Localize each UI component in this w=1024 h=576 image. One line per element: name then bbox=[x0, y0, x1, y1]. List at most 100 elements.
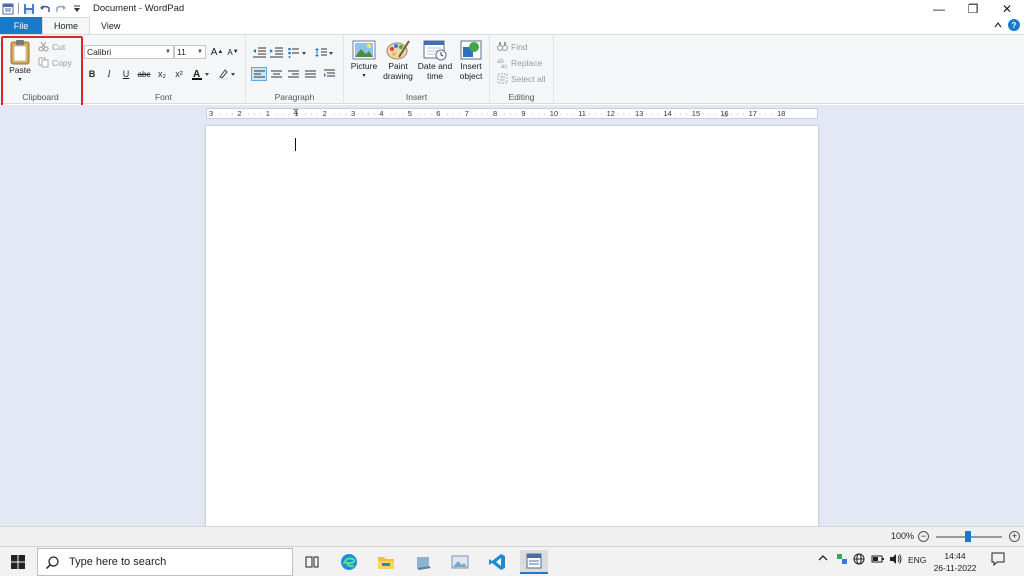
paint-drawing-button[interactable]: Paint drawing bbox=[380, 39, 416, 81]
paragraph-group: Paragraph bbox=[246, 35, 344, 104]
ruler-tick-mark: · bbox=[588, 109, 591, 118]
strikethrough-button[interactable]: abc bbox=[135, 67, 153, 81]
line-spacing-button[interactable] bbox=[314, 45, 336, 59]
paragraph-settings-button[interactable] bbox=[321, 67, 337, 81]
grow-font-button[interactable]: A ▲ bbox=[209, 45, 225, 59]
network-icon[interactable] bbox=[853, 553, 865, 567]
text-color-button[interactable]: A bbox=[190, 67, 212, 81]
ruler-tick-mark: · bbox=[515, 109, 518, 118]
insert-picture-button[interactable]: Picture ▾ bbox=[348, 39, 380, 81]
collapse-ribbon-icon[interactable] bbox=[994, 20, 1002, 30]
ruler-tick-mark: · bbox=[673, 109, 676, 118]
window-title: Document - WordPad bbox=[93, 3, 185, 14]
customize-qat-icon[interactable] bbox=[71, 3, 83, 15]
chevron-down-icon: ▼ bbox=[197, 49, 203, 55]
picture-dropdown-icon[interactable]: ▾ bbox=[362, 71, 365, 81]
taskbar-app-generic[interactable] bbox=[409, 550, 437, 574]
date-time-button[interactable]: Date and time bbox=[416, 39, 454, 81]
horizontal-ruler[interactable]: ⧖ ⌂ 3 · · · 2 · · · 1 · · · 1 · · · 2 · · · 3 · · · 4 · · · 5 · · · 6 · · ·… bbox=[206, 107, 818, 119]
align-center-icon bbox=[270, 70, 282, 77]
search-icon bbox=[46, 555, 59, 569]
paste-button[interactable]: Paste ▾ bbox=[6, 39, 34, 85]
taskbar-edge[interactable] bbox=[335, 550, 363, 574]
close-button[interactable]: ✕ bbox=[990, 0, 1024, 17]
ruler-tick-mark: · bbox=[275, 109, 279, 118]
help-icon[interactable]: ? bbox=[1008, 19, 1020, 31]
maximize-button[interactable]: ❐ bbox=[956, 0, 990, 17]
copy-button[interactable]: Copy bbox=[38, 57, 72, 68]
justify-button[interactable] bbox=[302, 67, 318, 81]
ruler-tick-mark: · bbox=[361, 109, 364, 118]
ruler-tick-label: 3 bbox=[209, 109, 214, 118]
bold-button[interactable]: B bbox=[84, 67, 100, 81]
highlight-color-button[interactable] bbox=[216, 67, 238, 81]
decrease-indent-button[interactable] bbox=[251, 45, 267, 59]
notifications-button[interactable] bbox=[991, 552, 1005, 568]
clipboard-group: Paste ▾ Cut Copy Clipboard bbox=[0, 35, 82, 104]
ruler-tick-label: 1 bbox=[265, 109, 270, 118]
taskbar-vscode[interactable] bbox=[483, 550, 511, 574]
task-view-button[interactable] bbox=[298, 550, 326, 574]
cut-button[interactable]: Cut bbox=[38, 41, 65, 52]
underline-button[interactable]: U bbox=[118, 67, 134, 81]
taskbar-clock[interactable]: 14:44 26-11-2022 bbox=[932, 550, 978, 574]
find-button[interactable]: Find bbox=[497, 41, 528, 52]
input-language[interactable]: ENG bbox=[908, 555, 926, 565]
volume-icon[interactable] bbox=[889, 553, 902, 567]
font-family-dropdown[interactable]: Calibri ▼ bbox=[84, 45, 174, 59]
align-center-button[interactable] bbox=[268, 67, 284, 81]
battery-icon[interactable] bbox=[871, 553, 885, 567]
paste-icon bbox=[10, 40, 30, 65]
ruler-tick-mark: · bbox=[373, 109, 376, 118]
ruler-tick-label: 15 bbox=[691, 109, 701, 118]
taskbar-photos[interactable] bbox=[446, 550, 474, 574]
clock-date: 26-11-2022 bbox=[933, 563, 977, 573]
tab-file[interactable]: File bbox=[0, 17, 42, 34]
paste-dropdown-icon[interactable]: ▾ bbox=[18, 75, 21, 85]
select-all-icon bbox=[497, 73, 508, 84]
ruler-tick-mark: · bbox=[685, 109, 688, 118]
redo-icon[interactable] bbox=[55, 3, 67, 15]
shrink-font-button[interactable]: A ▼ bbox=[225, 45, 241, 59]
bullets-button[interactable] bbox=[287, 45, 309, 59]
tray-app-icon[interactable] bbox=[836, 553, 848, 567]
taskbar-wordpad[interactable] bbox=[520, 550, 548, 574]
ruler-tick-label: 12 bbox=[606, 109, 615, 118]
start-button[interactable] bbox=[0, 547, 36, 576]
zoom-slider-thumb[interactable] bbox=[965, 531, 971, 542]
select-all-button[interactable]: Select all bbox=[497, 73, 546, 84]
ruler-tick-mark: · bbox=[616, 109, 620, 118]
tab-home[interactable]: Home bbox=[42, 17, 91, 34]
cut-label: Cut bbox=[52, 41, 66, 52]
paint-drawing-icon bbox=[386, 40, 410, 60]
font-size-dropdown[interactable]: 11 ▼ bbox=[174, 45, 206, 59]
taskbar-search-box[interactable]: Type here to search bbox=[37, 548, 293, 576]
align-right-button[interactable] bbox=[285, 67, 301, 81]
save-icon[interactable] bbox=[23, 3, 35, 15]
document-page[interactable] bbox=[206, 126, 818, 526]
minimize-button[interactable]: — bbox=[922, 0, 956, 17]
insert-object-button[interactable]: Insert object bbox=[454, 39, 488, 81]
paste-label: Paste bbox=[9, 65, 31, 75]
italic-button[interactable]: I bbox=[101, 67, 117, 81]
edge-browser-icon bbox=[341, 554, 357, 570]
ruler-tick-mark: · bbox=[259, 109, 262, 118]
superscript-button[interactable]: x² bbox=[171, 67, 187, 81]
increase-indent-button[interactable] bbox=[268, 45, 284, 59]
undo-icon[interactable] bbox=[39, 3, 51, 15]
show-hidden-icons-button[interactable] bbox=[818, 553, 828, 565]
bullets-icon bbox=[288, 47, 306, 58]
zoom-out-button[interactable]: − bbox=[918, 531, 929, 542]
ruler-tick-mark: · bbox=[219, 109, 222, 118]
align-left-button[interactable] bbox=[251, 67, 267, 81]
subscript-button[interactable]: x₂ bbox=[154, 67, 170, 81]
zoom-in-button[interactable]: + bbox=[1009, 531, 1020, 542]
svg-text:ac: ac bbox=[501, 64, 507, 68]
tab-view[interactable]: View bbox=[90, 17, 131, 34]
replace-button[interactable]: ab ac Replace bbox=[497, 57, 542, 69]
taskbar-file-explorer[interactable] bbox=[372, 550, 400, 574]
wordpad-app-icon[interactable] bbox=[2, 3, 14, 15]
ruler-tick-mark: · bbox=[565, 109, 569, 118]
ruler-tick-mark: · bbox=[707, 109, 711, 118]
ruler-tick-mark: · bbox=[679, 109, 682, 118]
